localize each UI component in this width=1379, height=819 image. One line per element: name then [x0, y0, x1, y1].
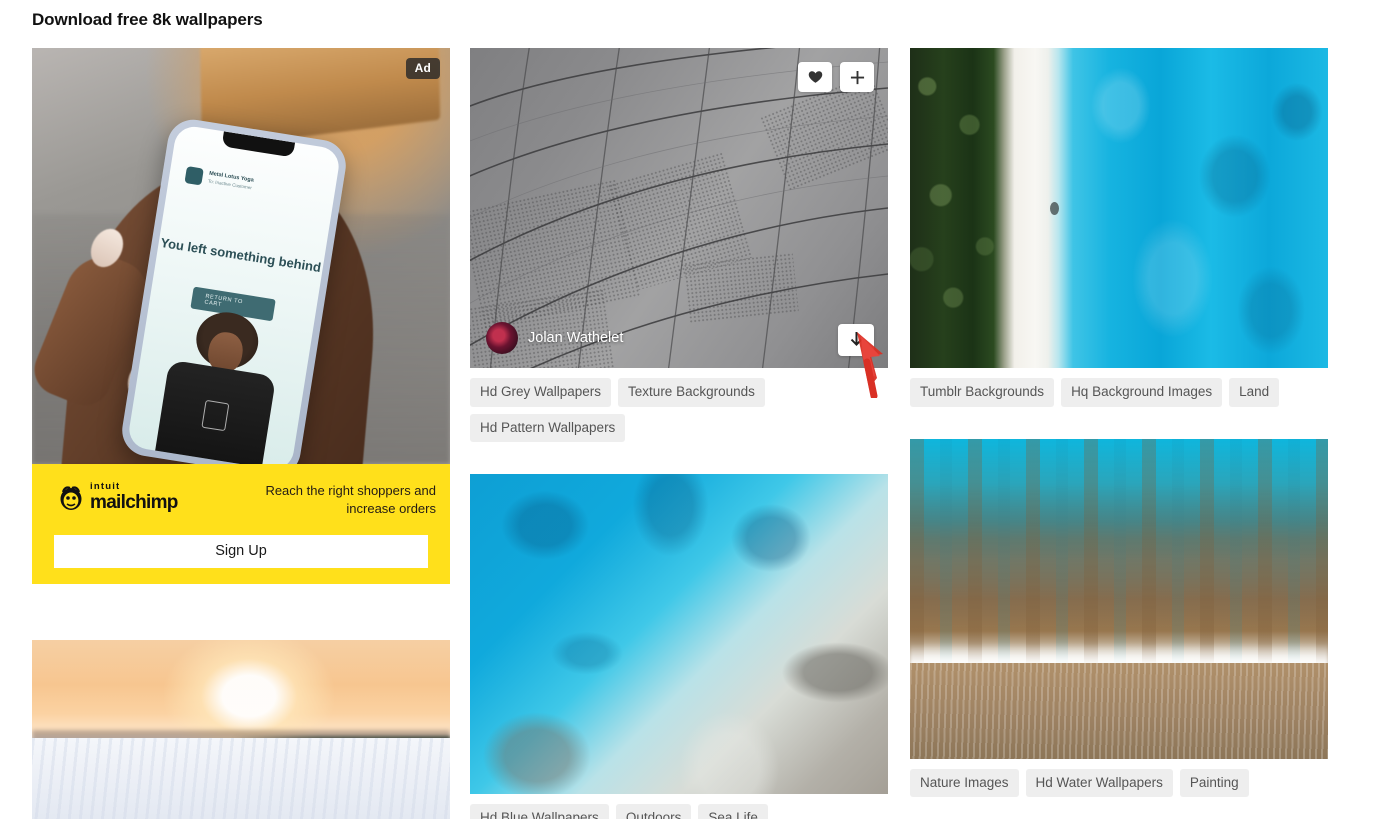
ad-email-headline: You left something behind — [159, 234, 323, 276]
snow-field — [32, 737, 450, 819]
photo-author-row[interactable]: Jolan Wathelet — [486, 322, 623, 354]
ad-badge: Ad — [405, 58, 440, 79]
ad-footer-top-row: intuit mailchimp Reach the right shopper… — [46, 482, 436, 517]
grey-architecture-image[interactable]: Jolan Wathelet — [470, 48, 888, 368]
sun-glow — [164, 640, 335, 740]
tag[interactable]: Painting — [1179, 768, 1249, 797]
ad-email-brand-logo-icon — [184, 166, 204, 186]
ad-copy-text: Reach the right shoppers and increase or… — [265, 483, 436, 516]
reef-rock-streaks — [910, 438, 1328, 663]
snow-sunset-image[interactable] — [32, 640, 450, 819]
reef-coast-card[interactable]: Nature Images Hd Water Wallpapers Painti… — [910, 438, 1328, 797]
palm-forest — [910, 48, 1007, 368]
beach-aerial-card[interactable]: Tumblr Backgrounds Hq Background Images … — [910, 48, 1328, 407]
mailchimp-label: mailchimp — [90, 491, 178, 513]
author-name[interactable]: Jolan Wathelet — [528, 330, 623, 346]
phone-notch — [221, 131, 296, 158]
grey-architecture-card[interactable]: Jolan Wathelet Hd Grey Wallpapers Textur… — [470, 48, 888, 442]
tag-list: Hd Grey Wallpapers Texture Backgrounds H… — [470, 378, 888, 442]
mailchimp-logo: intuit mailchimp — [46, 482, 178, 512]
ad-model-photo — [150, 304, 290, 464]
lagoon-reef-texture — [470, 474, 888, 794]
add-to-collection-button[interactable] — [840, 62, 874, 92]
beach-aerial-image[interactable] — [910, 48, 1328, 368]
tag-list: Hd Blue Wallpapers Outdoors Sea Life — [470, 804, 888, 819]
tag[interactable]: Land — [1229, 378, 1280, 407]
middle-column: Jolan Wathelet Hd Grey Wallpapers Textur… — [470, 48, 888, 819]
snow-sunset-card[interactable] — [32, 640, 450, 819]
ad-signup-button[interactable]: Sign Up — [54, 535, 428, 569]
tag-list: Tumblr Backgrounds Hq Background Images … — [910, 378, 1328, 407]
tag[interactable]: Outdoors — [615, 804, 692, 819]
like-button[interactable] — [798, 62, 832, 92]
wallpapers-page: Download free 8k wallpapers Metal Lotus … — [0, 0, 1379, 819]
intuit-label: intuit — [90, 481, 121, 492]
ad-image[interactable]: Metal Lotus Yoga To: Inactive Customer Y… — [32, 48, 450, 464]
ad-card[interactable]: Metal Lotus Yoga To: Inactive Customer Y… — [32, 48, 450, 584]
tag-list: Nature Images Hd Water Wallpapers Painti… — [910, 768, 1328, 797]
ocean-texture — [1068, 48, 1328, 368]
panel-seam-lines — [470, 48, 888, 368]
tag[interactable]: Hd Blue Wallpapers — [470, 804, 609, 819]
sandy-shore — [910, 662, 1328, 759]
lagoon-card[interactable]: Hd Blue Wallpapers Outdoors Sea Life — [470, 474, 888, 819]
tag[interactable]: Hd Water Wallpapers — [1025, 768, 1173, 797]
lagoon-image[interactable] — [470, 474, 888, 794]
page-title: Download free 8k wallpapers — [32, 10, 263, 29]
plus-icon — [850, 70, 864, 84]
avatar[interactable] — [486, 322, 518, 354]
right-column: Tumblr Backgrounds Hq Background Images … — [910, 48, 1328, 807]
tag[interactable]: Nature Images — [910, 768, 1019, 797]
beach-umbrella — [1050, 201, 1060, 215]
ad-email-brand-text: Metal Lotus Yoga To: Inactive Customer — [207, 171, 254, 193]
download-arrow-icon — [850, 331, 862, 346]
heart-icon — [808, 71, 822, 83]
tag[interactable]: Hd Pattern Wallpapers — [470, 413, 626, 442]
tag[interactable]: Sea Life — [698, 804, 768, 819]
mailchimp-wordmark: intuit mailchimp — [90, 482, 178, 512]
tag[interactable]: Hq Background Images — [1061, 378, 1223, 407]
tag[interactable]: Texture Backgrounds — [618, 378, 765, 407]
ad-footer[interactable]: intuit mailchimp Reach the right shopper… — [32, 464, 450, 584]
reef-coast-image[interactable] — [910, 438, 1328, 759]
ad-model-tshirt — [154, 359, 277, 464]
mailchimp-chimp-icon — [58, 483, 84, 511]
download-button[interactable] — [838, 324, 874, 356]
tag[interactable]: Tumblr Backgrounds — [910, 378, 1055, 407]
photo-action-buttons — [798, 62, 874, 92]
ad-model-tshirt-graphic-icon — [201, 399, 230, 432]
tag[interactable]: Hd Grey Wallpapers — [470, 378, 612, 407]
ad-email-brand-row: Metal Lotus Yoga To: Inactive Customer — [184, 166, 254, 193]
left-column: Metal Lotus Yoga To: Inactive Customer Y… — [32, 48, 450, 819]
